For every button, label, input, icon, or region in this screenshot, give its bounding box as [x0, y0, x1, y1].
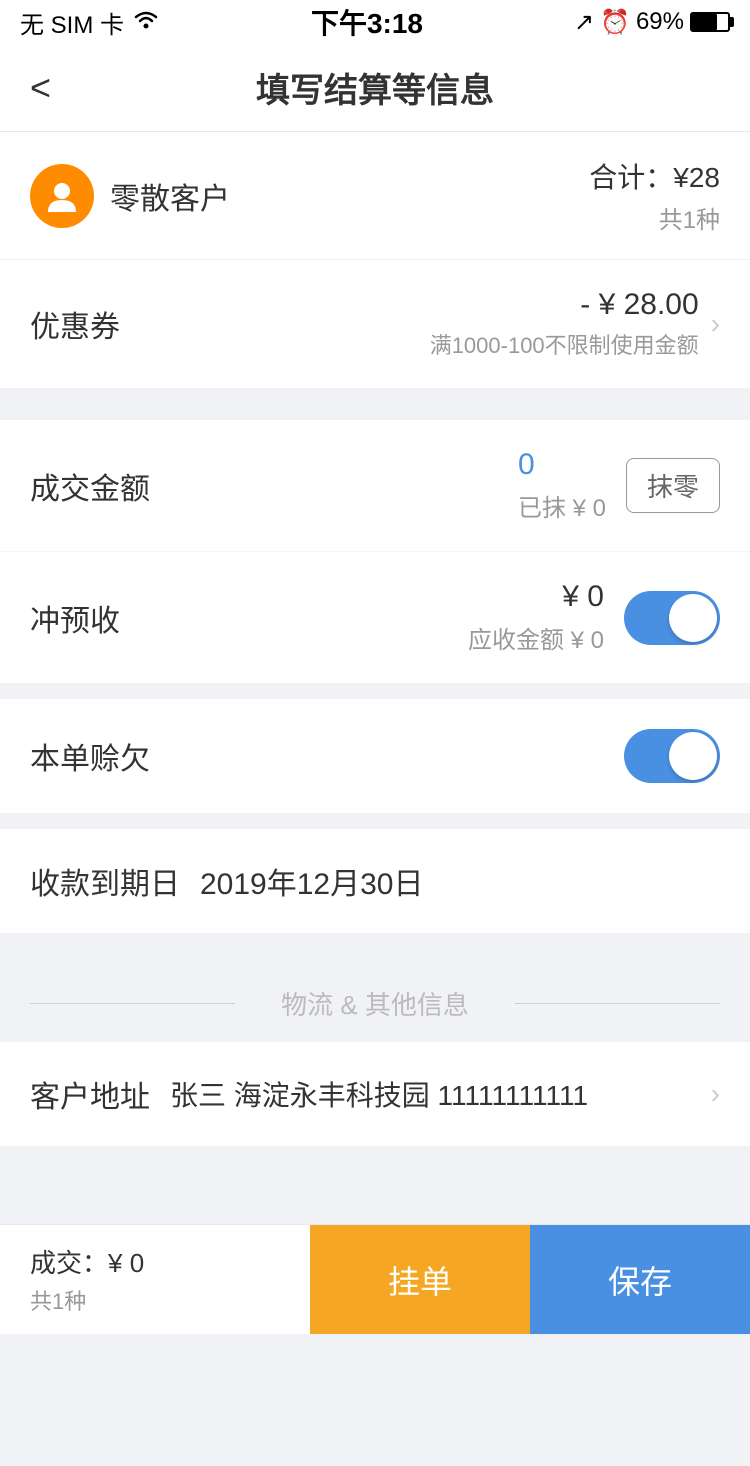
- logistics-line-left: [30, 1003, 235, 1004]
- deal-amount-label: 成交金额: [30, 464, 150, 508]
- prepay-amounts: ¥ 0 应收金额 ¥ 0: [468, 580, 604, 655]
- logistics-line-right: [515, 1003, 720, 1004]
- status-time: 下午3:18: [311, 2, 423, 42]
- prepay-row: 冲预收 ¥ 0 应收金额 ¥ 0: [0, 552, 750, 683]
- due-date-row[interactable]: 收款到期日 2019年12月30日: [0, 829, 750, 933]
- coupon-info: - ¥ 28.00 满1000-100不限制使用金额: [430, 288, 699, 360]
- avatar: [30, 164, 94, 228]
- battery-percent: 69%: [636, 8, 684, 36]
- divider-1: [0, 404, 750, 420]
- debt-toggle[interactable]: [624, 729, 720, 783]
- coupon-row[interactable]: 优惠券 - ¥ 28.00 满1000-100不限制使用金额 ›: [0, 259, 750, 388]
- customer-name: 零散客户: [110, 174, 230, 218]
- coupon-label: 优惠券: [30, 302, 120, 346]
- address-value: 张三 海淀永丰科技园 11111111111: [170, 1074, 711, 1114]
- divider-3: [0, 949, 750, 965]
- due-date-value: 2019年12月30日: [200, 859, 423, 903]
- wifi-icon: [132, 8, 160, 36]
- page-title: 填写结算等信息: [256, 63, 494, 112]
- address-label: 客户地址: [30, 1072, 150, 1116]
- deal-amount-sub: 已抹 ¥ 0: [518, 488, 606, 523]
- bottom-transaction: 成交：¥ 0: [30, 1243, 280, 1280]
- coupon-right: - ¥ 28.00 满1000-100不限制使用金额 ›: [430, 288, 720, 360]
- suspend-button[interactable]: 挂单: [310, 1225, 530, 1334]
- prepay-right: ¥ 0 应收金额 ¥ 0: [468, 580, 720, 655]
- debt-label: 本单赊欠: [30, 734, 150, 778]
- prepay-sub-amount: 应收金额 ¥ 0: [468, 620, 604, 655]
- sim-label: 无 SIM 卡: [20, 5, 124, 40]
- debt-section: 本单赊欠: [0, 699, 750, 813]
- toggle-thumb: [669, 594, 717, 642]
- bottom-actions: 挂单 保存: [310, 1225, 750, 1334]
- deal-section: 成交金额 0 已抹 ¥ 0 抹零 冲预收 ¥ 0 应收金额 ¥ 0: [0, 420, 750, 683]
- bottom-info: 成交：¥ 0 共1种: [0, 1243, 310, 1316]
- deal-amount-row: 成交金额 0 已抹 ¥ 0 抹零: [0, 420, 750, 552]
- customer-total: 合计：¥28 共1种: [589, 156, 720, 235]
- transaction-label: 成交：: [30, 1248, 108, 1278]
- address-chevron-icon: ›: [711, 1078, 720, 1110]
- status-left: 无 SIM 卡: [20, 5, 160, 40]
- bottom-count: 共1种: [30, 1284, 280, 1316]
- transaction-amount: ¥ 0: [108, 1248, 144, 1278]
- prepay-label: 冲预收: [30, 596, 120, 640]
- total-amount: 合计：¥28: [589, 156, 720, 196]
- deal-amount-value: 0: [518, 448, 606, 482]
- prepay-main-amount: ¥ 0: [468, 580, 604, 614]
- debt-toggle-thumb: [669, 732, 717, 780]
- round-zero-button[interactable]: 抹零: [626, 458, 720, 513]
- deal-amount-info: 0 已抹 ¥ 0: [518, 448, 606, 523]
- customer-left: 零散客户: [30, 164, 230, 228]
- location-icon: ↗: [574, 8, 594, 37]
- coupon-desc: 满1000-100不限制使用金额: [430, 328, 699, 360]
- address-section[interactable]: 客户地址 张三 海淀永丰科技园 11111111111 ›: [0, 1042, 750, 1146]
- status-bar: 无 SIM 卡 下午3:18 ↗ ⏰ 69%: [0, 0, 750, 44]
- customer-row: 零散客户 合计：¥28 共1种: [0, 132, 750, 259]
- status-right: ↗ ⏰ 69%: [574, 8, 730, 37]
- bottom-bar: 成交：¥ 0 共1种 挂单 保存: [0, 1224, 750, 1334]
- nav-bar: < 填写结算等信息: [0, 44, 750, 132]
- due-date-label: 收款到期日: [30, 859, 180, 903]
- due-date-section: 收款到期日 2019年12月30日: [0, 829, 750, 933]
- customer-section: 零散客户 合计：¥28 共1种 优惠券 - ¥ 28.00 满1000-100不…: [0, 132, 750, 388]
- logistics-label: 物流 & 其他信息: [281, 985, 469, 1022]
- battery-icon: [690, 12, 730, 32]
- coupon-chevron-icon: ›: [711, 308, 720, 340]
- prepay-toggle[interactable]: [624, 591, 720, 645]
- back-button[interactable]: <: [30, 67, 51, 109]
- coupon-discount: - ¥ 28.00: [430, 288, 699, 322]
- alarm-icon: ⏰: [600, 8, 630, 37]
- save-button[interactable]: 保存: [530, 1225, 750, 1334]
- deal-right: 0 已抹 ¥ 0 抹零: [518, 448, 720, 523]
- total-count: 共1种: [589, 200, 720, 235]
- logistics-section: 物流 & 其他信息: [0, 965, 750, 1042]
- divider-2: [0, 683, 750, 699]
